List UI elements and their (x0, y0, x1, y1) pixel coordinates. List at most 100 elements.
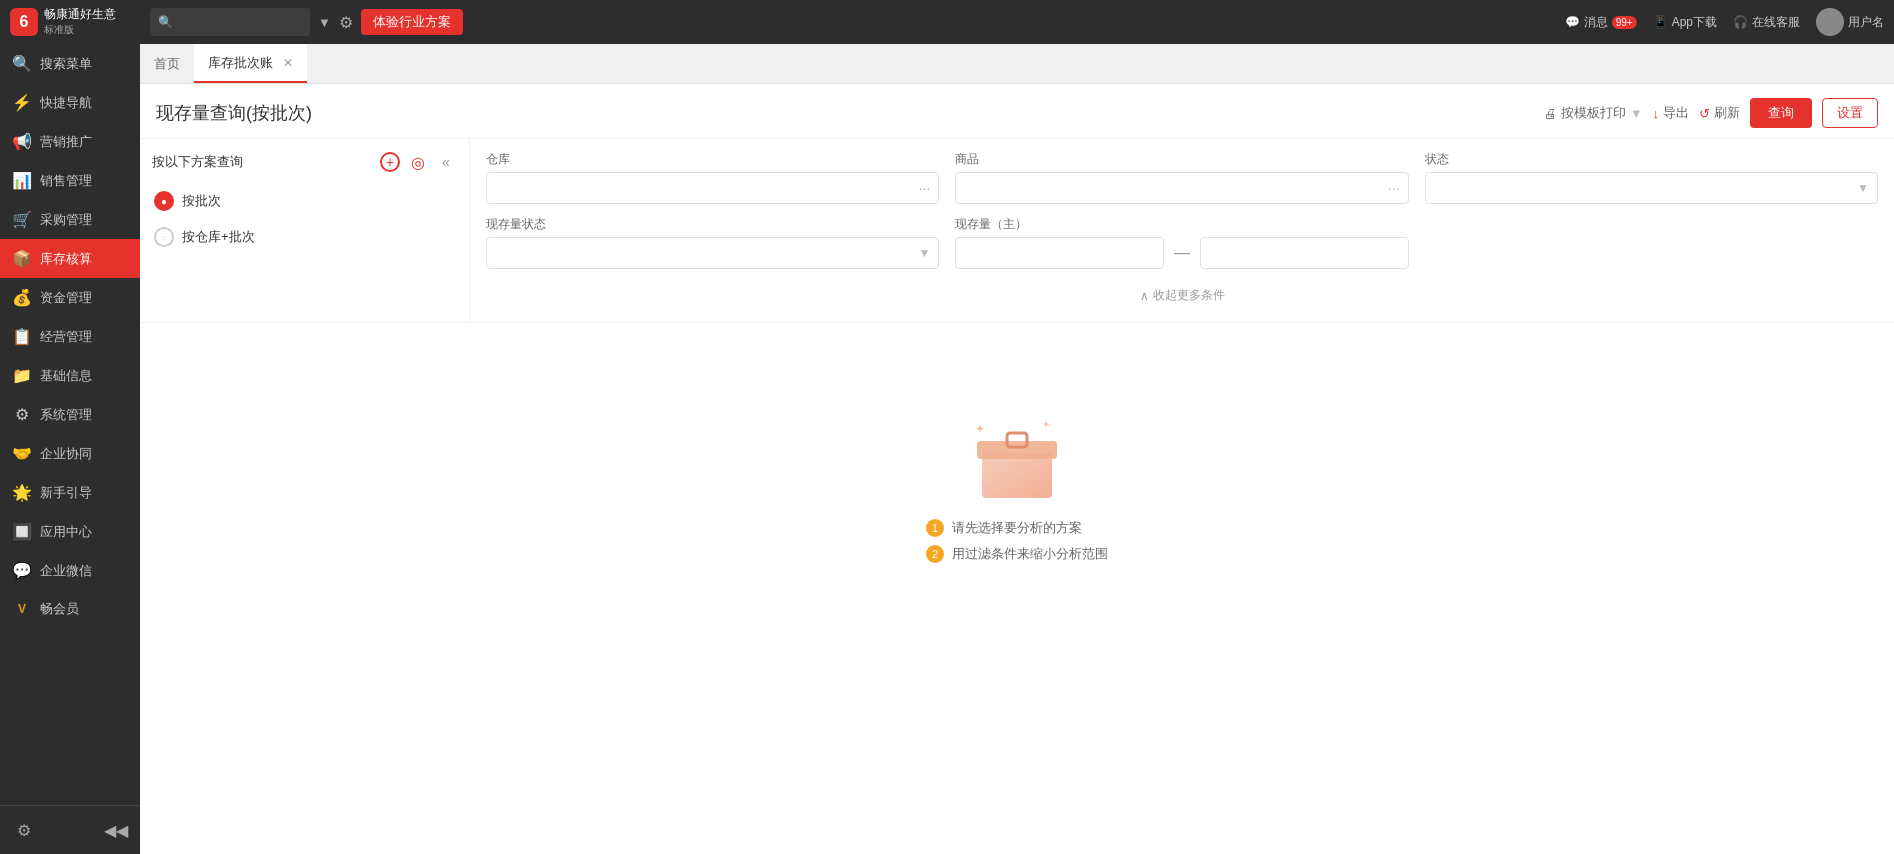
header-dropdown-icon[interactable]: ▼ (318, 15, 331, 30)
sales-icon: 📊 (12, 171, 32, 190)
header-settings-icon[interactable]: ⚙ (339, 13, 353, 32)
inventory-qty-min-input[interactable] (955, 237, 1164, 269)
inventory-icon: 📦 (12, 249, 32, 268)
inventory-qty-label: 现存量（主） (955, 216, 1408, 233)
status-label: 状态 (1425, 151, 1878, 168)
empty-state: ✦ ✦ ✦ 1 请先选择要分析的方案 2 用过滤条件来缩小分析范围 (140, 323, 1894, 643)
app-download-label: App下载 (1672, 14, 1717, 31)
empty-tip-2: 2 用过滤条件来缩小分析范围 (926, 545, 1108, 563)
tab-bar: 首页 库存批次账 ✕ (140, 44, 1894, 84)
header-search-box[interactable]: 🔍 (150, 8, 310, 36)
sidebar-item-enterprise[interactable]: 🤝 企业协同 (0, 434, 140, 473)
goods-dots-icon[interactable]: ··· (1388, 180, 1400, 196)
tip-text-2: 用过滤条件来缩小分析范围 (952, 545, 1108, 563)
filter-field-inventory-status: 现存量状态 ▼ (486, 216, 939, 269)
sidebar-item-operation[interactable]: 📋 经营管理 (0, 317, 140, 356)
sidebar-item-system[interactable]: ⚙ 系统管理 (0, 395, 140, 434)
main-layout: 🔍 搜索菜单 ⚡ 快捷导航 📢 营销推广 📊 销售管理 🛒 采购管理 📦 (0, 44, 1894, 854)
svg-rect-0 (982, 453, 1052, 498)
goods-label: 商品 (955, 151, 1408, 168)
user-menu-btn[interactable]: 用户名 (1816, 8, 1884, 36)
logo-text-group: 畅康通好生意 标准版 (44, 7, 116, 37)
settings-btn[interactable]: 设置 (1822, 98, 1878, 128)
sidebar-label-member: 畅会员 (40, 600, 79, 618)
sidebar-label-sales: 销售管理 (40, 172, 92, 190)
sidebar-label-system: 系统管理 (40, 406, 92, 424)
tab-inventory-batch[interactable]: 库存批次账 ✕ (194, 44, 307, 83)
sidebar-item-newbie[interactable]: 🌟 新手引导 (0, 473, 140, 512)
header: 6 畅康通好生意 标准版 🔍 ▼ ⚙ 体验行业方案 💬 消息 99+ 📱 App… (0, 0, 1894, 44)
status-input[interactable]: ▼ (1425, 172, 1878, 204)
svg-text:✦: ✦ (1052, 441, 1059, 450)
sidebar-item-search[interactable]: 🔍 搜索菜单 (0, 44, 140, 83)
filter-row-1: 仓库 ··· 商品 ··· (486, 151, 1878, 204)
sidebar-item-member[interactable]: V 畅会员 (0, 590, 140, 628)
sidebar-item-quick-nav[interactable]: ⚡ 快捷导航 (0, 83, 140, 122)
sidebar-settings-btn[interactable]: ⚙ (10, 816, 38, 844)
print-dropdown-icon: ▼ (1630, 106, 1643, 121)
system-icon: ⚙ (12, 405, 32, 424)
sidebar-label-operation: 经营管理 (40, 328, 92, 346)
sidebar-item-sales[interactable]: 📊 销售管理 (0, 161, 140, 200)
app-download-btn[interactable]: 📱 App下载 (1653, 14, 1717, 31)
scheme-collapse-icon: « (442, 154, 450, 170)
scheme-item-batch[interactable]: ● 按批次 (140, 183, 469, 219)
filter-panel: 按以下方案查询 + ◎ « (140, 139, 1894, 322)
sidebar-item-inventory[interactable]: 📦 库存核算 (0, 239, 140, 278)
add-circle-icon: + (380, 152, 400, 172)
goods-input[interactable]: ··· (955, 172, 1408, 204)
page-content: 现存量查询(按批次) 🖨 按模板打印 ▼ ↓ 导出 ↺ 刷新 (140, 84, 1894, 854)
sidebar-collapse-btn[interactable]: ◀◀ (102, 816, 130, 844)
tab-home[interactable]: 首页 (140, 44, 194, 83)
filter-row-2: 现存量状态 ▼ 现存量（主） — (486, 216, 1878, 269)
wechat-icon: 💬 (12, 561, 32, 580)
filter-field-goods: 商品 ··· (955, 151, 1408, 204)
empty-illustration: ✦ ✦ ✦ (957, 403, 1077, 503)
query-btn[interactable]: 查询 (1750, 98, 1812, 128)
scheme-collapse-btn[interactable]: « (435, 151, 457, 173)
qty-separator: — (1170, 244, 1194, 262)
status-chevron-icon[interactable]: ▼ (1857, 181, 1869, 195)
inventory-status-chevron-icon[interactable]: ▼ (918, 246, 930, 260)
collapse-btn[interactable]: ∧ 收起更多条件 (486, 281, 1878, 310)
sidebar-item-purchase[interactable]: 🛒 采购管理 (0, 200, 140, 239)
print-icon: 🖨 (1544, 106, 1557, 121)
print-label: 按模板打印 (1561, 104, 1626, 122)
sidebar-item-apps[interactable]: 🔲 应用中心 (0, 512, 140, 551)
marketing-icon: 📢 (12, 132, 32, 151)
scheme-add-btn[interactable]: + (379, 151, 401, 173)
sidebar-item-basic[interactable]: 📁 基础信息 (0, 356, 140, 395)
print-btn[interactable]: 🖨 按模板打印 ▼ (1544, 104, 1643, 122)
experience-btn[interactable]: 体验行业方案 (361, 9, 463, 35)
sidebar-item-marketing[interactable]: 📢 营销推广 (0, 122, 140, 161)
sidebar-label-enterprise: 企业协同 (40, 445, 92, 463)
sidebar: 🔍 搜索菜单 ⚡ 快捷导航 📢 营销推广 📊 销售管理 🛒 采购管理 📦 (0, 44, 140, 854)
warehouse-dots-icon[interactable]: ··· (919, 180, 931, 196)
scheme-item-warehouse-batch[interactable]: ○ 按仓库+批次 (140, 219, 469, 255)
online-service-btn[interactable]: 🎧 在线客服 (1733, 14, 1800, 31)
scheme-settings-btn[interactable]: ◎ (407, 151, 429, 173)
message-btn[interactable]: 💬 消息 99+ (1565, 14, 1637, 31)
collapse-icon: ∧ (1140, 289, 1149, 303)
header-right: 💬 消息 99+ 📱 App下载 🎧 在线客服 用户名 (1565, 8, 1884, 36)
refresh-label: 刷新 (1714, 104, 1740, 122)
sidebar-label-wechat: 企业微信 (40, 562, 92, 580)
refresh-btn[interactable]: ↺ 刷新 (1699, 104, 1740, 122)
export-btn[interactable]: ↓ 导出 (1653, 104, 1690, 122)
filter-field-status: 状态 ▼ (1425, 151, 1878, 204)
sidebar-item-finance[interactable]: 💰 资金管理 (0, 278, 140, 317)
tab-close-btn[interactable]: ✕ (283, 56, 293, 70)
operation-icon: 📋 (12, 327, 32, 346)
tab-label-inventory-batch: 库存批次账 (208, 54, 273, 72)
warehouse-label: 仓库 (486, 151, 939, 168)
member-icon: V (12, 602, 32, 616)
content-area: 首页 库存批次账 ✕ 现存量查询(按批次) 🖨 按模板打印 ▼ ↓ (140, 44, 1894, 854)
sidebar-label-purchase: 采购管理 (40, 211, 92, 229)
scheme-panel: 按以下方案查询 + ◎ « (140, 139, 470, 322)
sidebar-scroll: 🔍 搜索菜单 ⚡ 快捷导航 📢 营销推广 📊 销售管理 🛒 采购管理 📦 (0, 44, 140, 805)
sidebar-item-wechat[interactable]: 💬 企业微信 (0, 551, 140, 590)
export-label: 导出 (1663, 104, 1689, 122)
inventory-qty-max-input[interactable] (1200, 237, 1409, 269)
warehouse-input[interactable]: ··· (486, 172, 939, 204)
inventory-status-input[interactable]: ▼ (486, 237, 939, 269)
